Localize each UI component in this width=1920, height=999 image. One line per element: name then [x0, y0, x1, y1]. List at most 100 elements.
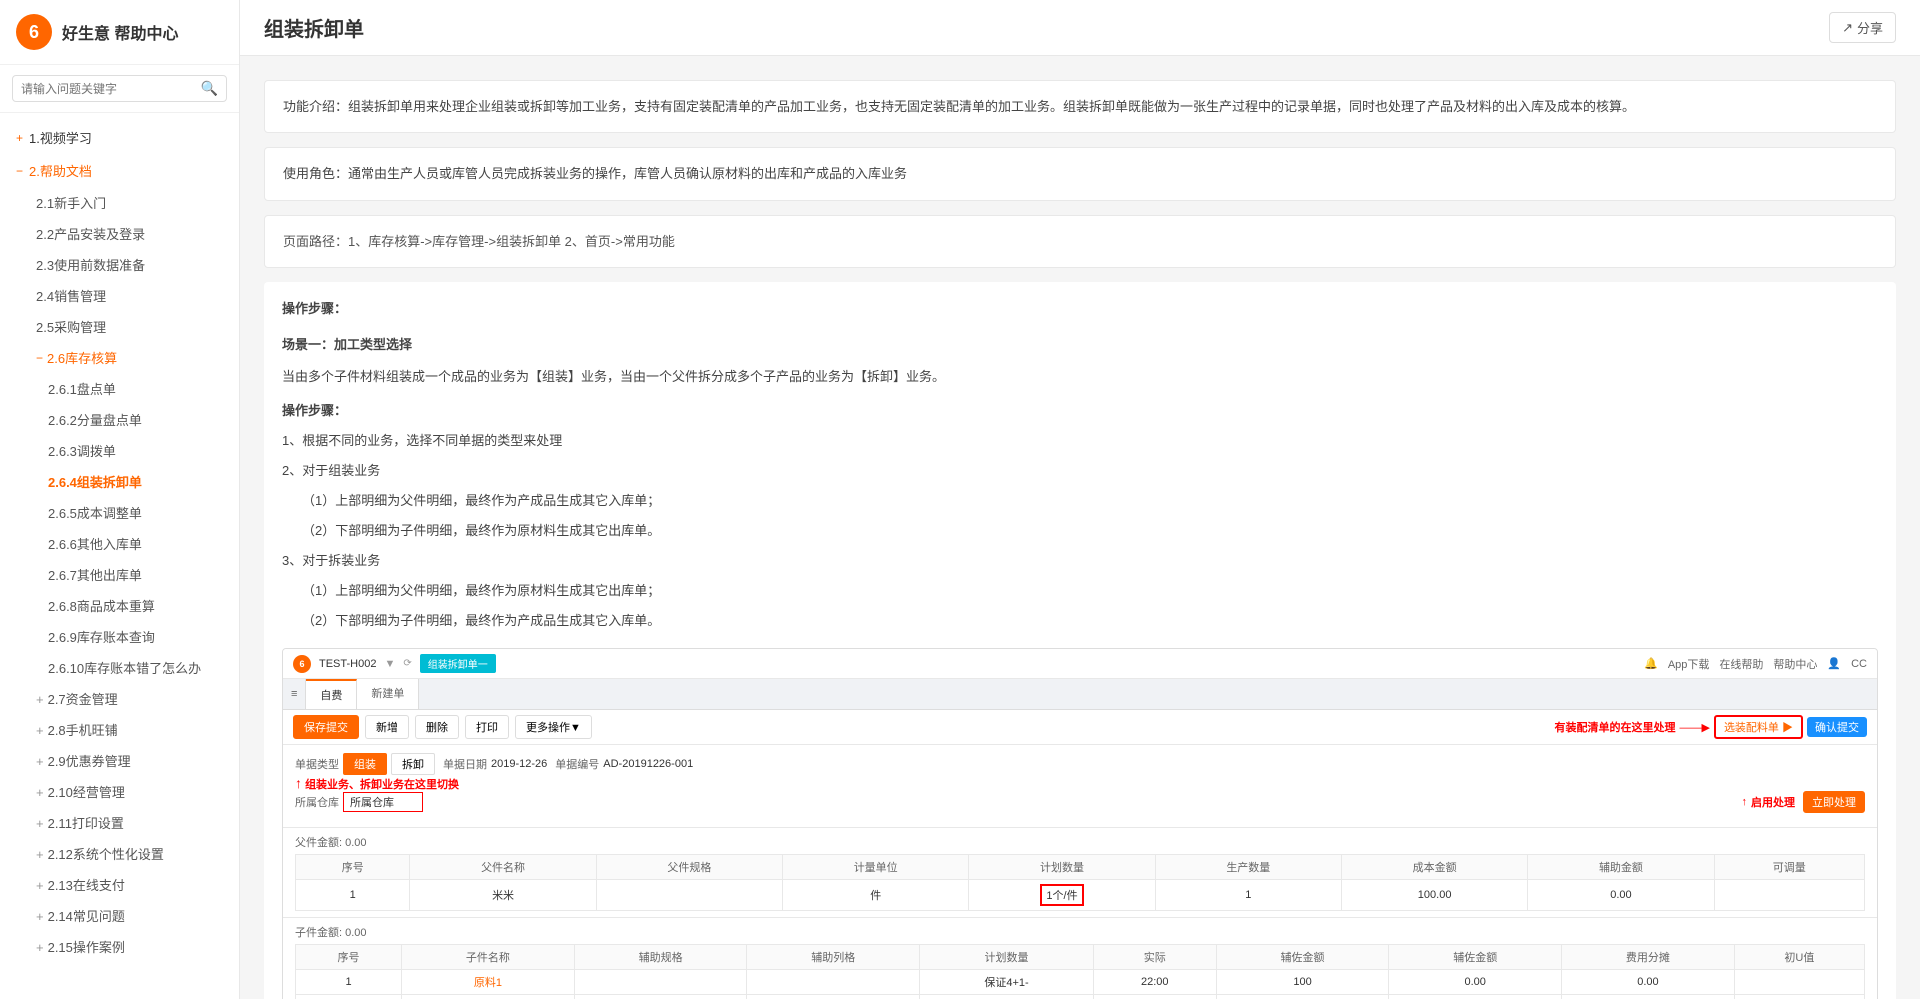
ss-annotation-3: ↑ 组装业务、拆卸业务在这里切换: [295, 775, 459, 792]
ss-username: CC: [1851, 658, 1867, 670]
expand-icon-docs: −: [16, 164, 23, 178]
sidebar-item-cases[interactable]: +2.15操作案例: [0, 931, 239, 962]
ss-ann-area1: 有装配清单的在这里处理 ——▶ 选装配料单 ▶ 确认提交: [1554, 715, 1867, 739]
sidebar-item-other-in[interactable]: 2.6.6其他入库单: [0, 528, 239, 559]
sidebar-item-cost-recalc[interactable]: 2.6.8商品成本重算: [0, 590, 239, 621]
ss-topbar-left: 6 TEST-H002 ▼ ⟳ 组装拆卸单一: [293, 654, 496, 673]
steps-sub-title: 操作步骤：: [282, 403, 347, 418]
ss-bot-col-6: 辅佐金额: [1216, 945, 1389, 970]
ss-form-area: 单据类型 组装 拆卸 单据日期 2019-12-26: [283, 745, 1877, 828]
sidebar-item-other-out[interactable]: 2.6.7其他出库单: [0, 559, 239, 590]
expand-icon-video: +: [16, 131, 23, 145]
sidebar-item-prepare[interactable]: 2.3使用前数据准备: [0, 249, 239, 280]
ss-notification-icon: 🔔: [1644, 657, 1658, 670]
sidebar-item-inventory[interactable]: − 2.6库存核算: [0, 342, 239, 373]
step3: 3、对于拆装业务: [282, 548, 1878, 574]
ss-warehouse-label: 所属仓库: [295, 794, 339, 810]
ss-bottom-table-header-row: 序号 子件名称 辅助规格 辅助列格 计划数量 实际 辅佐金额 辅佐金额 费用分摊…: [296, 945, 1865, 970]
ss-btn-more[interactable]: 更多操作▼: [515, 715, 592, 739]
ss-sidebar-toggle: ≡: [283, 679, 306, 709]
page-title: 组装拆卸单: [264, 13, 364, 42]
ss-dropdown-icon: ▼: [384, 658, 395, 670]
table-row: 1 米米 件 1个/件 1 100.00 0.00: [296, 880, 1865, 911]
ss-btn-select-config[interactable]: 选装配料单 ▶: [1714, 715, 1803, 739]
ss-top-table-label: 父件金额: 0.00: [295, 834, 1865, 850]
ss-no-label: 单据编号: [555, 756, 599, 772]
sidebar-item-purchase[interactable]: 2.5采购管理: [0, 311, 239, 342]
ss-bottom-table: 序号 子件名称 辅助规格 辅助列格 计划数量 实际 辅佐金额 辅佐金额 费用分摊…: [295, 944, 1865, 999]
role-text: 使用角色：通常由生产人员或库管人员完成拆装业务的操作，库管人员确认原材料的出库和…: [283, 166, 907, 181]
sidebar-item-payment[interactable]: +2.13在线支付: [0, 869, 239, 900]
search-area: 🔍: [0, 65, 239, 113]
sidebar-item-mobile[interactable]: +2.8手机旺铺: [0, 714, 239, 745]
ss-top-col-8: 可调量: [1714, 855, 1864, 880]
sidebar-item-newbie[interactable]: 2.1新手入门: [0, 187, 239, 218]
ss-tabs-space: [419, 679, 1877, 709]
sidebar-item-account-error[interactable]: 2.6.10库存账本错了怎么办: [0, 652, 239, 683]
search-input[interactable]: [21, 82, 201, 96]
ss-bot-col-7: 辅佐金额: [1389, 945, 1562, 970]
ss-annotation-4-arrow: ↑: [1742, 796, 1748, 808]
steps-content: 操作步骤： 场景一：加工类型选择 当由多个子件材料组装成一个成品的业务为【组装】…: [282, 296, 1878, 634]
ss-btn-print[interactable]: 打印: [465, 715, 509, 739]
ss-type-disassembly-btn[interactable]: 拆卸: [391, 753, 435, 775]
ss-btn-submit[interactable]: 确认提交: [1807, 717, 1867, 737]
ss-highlighted-cell: 1个/件: [1040, 884, 1083, 906]
ss-enable-btn[interactable]: 立即处理: [1803, 791, 1865, 813]
sidebar-item-stock-query[interactable]: 2.6.9库存账本查询: [0, 621, 239, 652]
search-icon[interactable]: 🔍: [201, 80, 218, 97]
sidebar-item-cost-adjust[interactable]: 2.6.5成本调整单: [0, 497, 239, 528]
sidebar-item-coupon[interactable]: +2.9优惠券管理: [0, 745, 239, 776]
ss-app-icon: App下载: [1668, 656, 1710, 672]
search-box[interactable]: 🔍: [12, 75, 227, 102]
sidebar-item-assembly[interactable]: 2.6.4组装拆卸单: [0, 466, 239, 497]
ss-company: TEST-H002: [319, 658, 376, 670]
ss-btn-delete[interactable]: 删除: [415, 715, 459, 739]
sidebar-item-custom[interactable]: +2.12系统个性化设置: [0, 838, 239, 869]
sidebar-item-print[interactable]: +2.11打印设置: [0, 807, 239, 838]
ss-bottom-table-area: 子件金额: 0.00 序号 子件名称 辅助规格 辅助列格 计划数量 实际 辅佐金…: [283, 918, 1877, 999]
ss-btn-add[interactable]: 新增: [365, 715, 409, 739]
ss-type-assembly-btn[interactable]: 组装: [343, 753, 387, 775]
ss-bot-col-5: 实际: [1093, 945, 1216, 970]
ss-top-cell-0-3: 件: [783, 880, 969, 911]
sidebar-item-install[interactable]: 2.2产品安装及登录: [0, 218, 239, 249]
ss-tab-self[interactable]: 自费: [306, 679, 357, 709]
ss-warehouse-value[interactable]: 所属仓库: [343, 792, 423, 812]
ss-bot-col-0: 序号: [296, 945, 402, 970]
expand-icon-inventory: −: [36, 351, 43, 365]
share-button[interactable]: ↗ 分享: [1829, 12, 1896, 43]
sidebar-item-partial[interactable]: 2.6.2分量盘点单: [0, 404, 239, 435]
sidebar: 6 好生意 帮助中心 🔍 + 1.视频学习 − 2.帮助文档 2.1新手入门 2…: [0, 0, 240, 999]
ss-new-tab-btn[interactable]: 组装拆卸单一: [420, 654, 496, 673]
ss-toolbar: 保存提交 新增 删除 打印 更多操作▼: [283, 710, 1877, 745]
sidebar-item-operation[interactable]: +2.10经营管理: [0, 776, 239, 807]
ss-no-value: AD-20191226-001: [603, 758, 693, 770]
ss-ann-area4: ↑ 启用处理: [1742, 794, 1796, 810]
sidebar-item-docs[interactable]: − 2.帮助文档: [0, 154, 239, 187]
ss-tabs: ≡ 自费 新建单: [283, 679, 1877, 710]
ss-top-table-header-row: 序号 父件名称 父件规格 计量单位 计划数量 生产数量 成本金额 辅助金额 可调…: [296, 855, 1865, 880]
ss-top-cell-0-2: [596, 880, 782, 911]
sidebar-item-count[interactable]: 2.6.1盘点单: [0, 373, 239, 404]
sidebar-item-sales[interactable]: 2.4销售管理: [0, 280, 239, 311]
ss-date-value: 2019-12-26: [491, 758, 547, 770]
step3-2: （2）下部明细为子件明细，最终作为产成品生成其它入库单。: [282, 608, 1878, 634]
ss-top-cell-0-1: 米米: [410, 880, 596, 911]
ss-type-label: 单据类型: [295, 756, 339, 772]
ss-form-row2: 所属仓库 所属仓库 ↑ 启用处理 立即处理: [295, 791, 1865, 813]
sidebar-item-finance[interactable]: +2.7资金管理: [0, 683, 239, 714]
ss-no-group: 单据编号 AD-20191226-001: [555, 756, 693, 772]
ss-tab-new[interactable]: 新建单: [357, 679, 419, 709]
ss-bot-col-4: 计划数量: [920, 945, 1094, 970]
sidebar-item-faq[interactable]: +2.14常见问题: [0, 900, 239, 931]
ss-top-table: 序号 父件名称 父件规格 计量单位 计划数量 生产数量 成本金额 辅助金额 可调…: [295, 854, 1865, 911]
screenshot-topbar: 6 TEST-H002 ▼ ⟳ 组装拆卸单一 🔔 App下载 在线帮助 帮助中心…: [283, 649, 1877, 679]
sidebar-item-video[interactable]: + 1.视频学习: [0, 121, 239, 154]
ss-top-cell-0-6: 100.00: [1341, 880, 1527, 911]
sidebar-item-adjust[interactable]: 2.6.3调拨单: [0, 435, 239, 466]
step2-1: （1）上部明细为父件明细，最终作为产成品生成其它入库单；: [282, 488, 1878, 514]
ss-top-table-area: 父件金额: 0.00 序号 父件名称 父件规格 计量单位 计划数量 生产数量 成…: [283, 828, 1877, 918]
ss-menu-icon: ≡: [291, 688, 297, 700]
ss-btn-save[interactable]: 保存提交: [293, 715, 359, 739]
